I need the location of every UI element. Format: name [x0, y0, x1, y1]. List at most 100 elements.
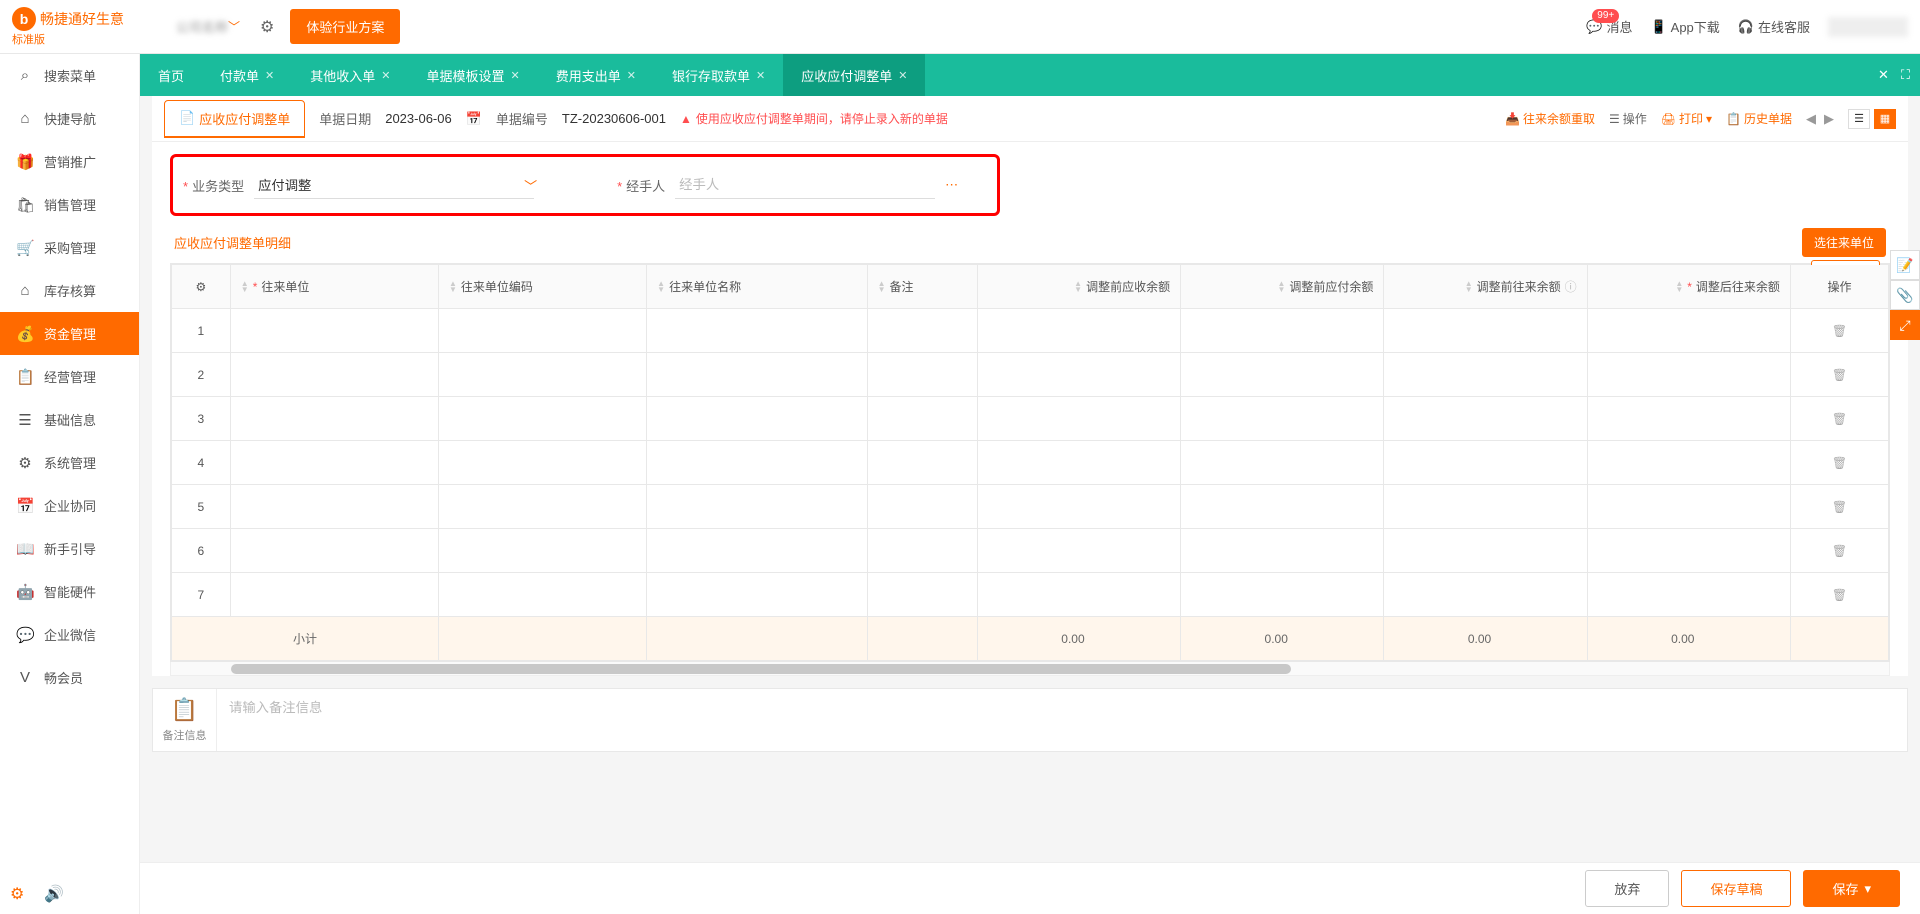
- tab-5[interactable]: 银行存取款单✕: [654, 54, 783, 96]
- next-icon[interactable]: ▶: [1824, 111, 1834, 127]
- sidebar-item-13[interactable]: 💬企业微信: [0, 613, 139, 656]
- sidebar-item-3[interactable]: 🛍销售管理: [0, 183, 139, 226]
- save-draft-button[interactable]: 保存草稿: [1681, 870, 1791, 907]
- history-button[interactable]: 📋 历史单据: [1726, 110, 1792, 127]
- table-row[interactable]: 3🗑: [172, 397, 1889, 441]
- view-list-button[interactable]: ☰: [1848, 109, 1870, 129]
- sidebar-item-14[interactable]: V畅会员: [0, 656, 139, 699]
- document-type-tab[interactable]: 📄 应收应付调整单: [164, 100, 305, 138]
- view-card-button[interactable]: ▦: [1874, 109, 1896, 129]
- tab-0[interactable]: 首页: [140, 54, 202, 96]
- print-button[interactable]: 🖨 打印 ▾: [1661, 110, 1712, 127]
- user-info[interactable]: [1828, 17, 1908, 37]
- logo-text: 畅捷通好生意: [40, 9, 124, 29]
- sidebar-label: 基础信息: [44, 410, 96, 429]
- unit-column-header[interactable]: ▲▼*往来单位: [230, 265, 438, 309]
- sidebar-item-11[interactable]: 📖新手引导: [0, 527, 139, 570]
- sidebar-item-5[interactable]: ⌂库存核算: [0, 269, 139, 312]
- sidebar-item-7[interactable]: 📋经营管理: [0, 355, 139, 398]
- app-download-button[interactable]: 📱 App下载: [1650, 17, 1719, 36]
- sidebar-icon: ⚙: [16, 454, 34, 472]
- table-row[interactable]: 5🗑: [172, 485, 1889, 529]
- tab-1[interactable]: 付款单✕: [202, 54, 292, 96]
- row-number: 2: [172, 353, 231, 397]
- sidebar-item-2[interactable]: 🎁营销推广: [0, 140, 139, 183]
- delete-icon[interactable]: 🗑: [1832, 412, 1847, 426]
- float-expand-icon[interactable]: ⤢: [1890, 310, 1920, 340]
- float-note-icon[interactable]: 📝: [1890, 250, 1920, 280]
- tab-2[interactable]: 其他收入单✕: [292, 54, 408, 96]
- tab-4[interactable]: 费用支出单✕: [538, 54, 654, 96]
- delete-icon[interactable]: 🗑: [1832, 368, 1847, 382]
- gear-icon[interactable]: ⚙: [260, 17, 274, 37]
- code-column-header[interactable]: ▲▼往来单位编码: [438, 265, 646, 309]
- tab-close-icon[interactable]: ✕: [756, 69, 765, 82]
- table-row[interactable]: 2🗑: [172, 353, 1889, 397]
- delete-icon[interactable]: 🗑: [1832, 588, 1847, 602]
- delete-icon[interactable]: 🗑: [1832, 456, 1847, 470]
- handler-input[interactable]: [675, 171, 935, 199]
- horizontal-scrollbar[interactable]: [170, 662, 1890, 676]
- tab-close-all-icon[interactable]: ✕: [1878, 67, 1889, 83]
- sidebar-icon: 📖: [16, 540, 34, 558]
- chevron-down-icon[interactable]: ﹀: [228, 18, 240, 35]
- table-row[interactable]: 6🗑: [172, 529, 1889, 573]
- sidebar-item-8[interactable]: ☰基础信息: [0, 398, 139, 441]
- sidebar-item-10[interactable]: 📅企业协同: [0, 484, 139, 527]
- before-balance-column-header[interactable]: ▲▼调整前往来余额 ⓘ: [1384, 265, 1587, 309]
- operate-button[interactable]: ☰ 操作: [1609, 110, 1647, 127]
- sidebar-icon: ⌂: [16, 110, 34, 127]
- reset-balance-button[interactable]: 📥 往来余额重取: [1505, 110, 1595, 127]
- discard-button[interactable]: 放弃: [1585, 870, 1669, 907]
- select-unit-button[interactable]: 选往来单位: [1802, 228, 1886, 257]
- tab-close-icon[interactable]: ✕: [511, 69, 520, 82]
- remark-icon: 📋: [171, 697, 198, 723]
- sidebar-settings-icon[interactable]: ⚙: [10, 884, 24, 904]
- sidebar-item-6[interactable]: 💰资金管理: [0, 312, 139, 355]
- more-icon[interactable]: ⋯: [945, 177, 958, 193]
- delete-icon[interactable]: 🗑: [1832, 324, 1847, 338]
- remark-input[interactable]: [217, 689, 1907, 751]
- date-value[interactable]: 2023-06-06: [385, 111, 452, 126]
- float-attach-icon[interactable]: 📎: [1890, 280, 1920, 310]
- after-balance-column-header[interactable]: ▲▼*调整后往来余额: [1587, 265, 1790, 309]
- sidebar-label: 营销推广: [44, 152, 96, 171]
- main-area: 首页付款单✕其他收入单✕单据模板设置✕费用支出单✕银行存取款单✕应收应付调整单✕…: [140, 54, 1920, 914]
- business-type-input[interactable]: [254, 171, 534, 199]
- tab-close-icon[interactable]: ✕: [627, 69, 636, 82]
- remark-column-header[interactable]: ▲▼备注: [867, 265, 977, 309]
- table-row[interactable]: 7🗑: [172, 573, 1889, 617]
- tab-close-icon[interactable]: ✕: [381, 69, 390, 82]
- subtotal-ap: 0.00: [1181, 617, 1384, 661]
- sidebar-sound-icon[interactable]: 🔊: [44, 884, 64, 904]
- sidebar-item-9[interactable]: ⚙系统管理: [0, 441, 139, 484]
- tab-close-icon[interactable]: ✕: [898, 69, 907, 82]
- before-ar-column-header[interactable]: ▲▼调整前应收余额: [977, 265, 1180, 309]
- document-icon: 📄: [179, 110, 195, 126]
- tab-6[interactable]: 应收应付调整单✕: [783, 54, 925, 96]
- before-ap-column-header[interactable]: ▲▼调整前应付余额: [1181, 265, 1384, 309]
- sidebar-item-4[interactable]: 🛒采购管理: [0, 226, 139, 269]
- delete-icon[interactable]: 🗑: [1832, 500, 1847, 514]
- save-button[interactable]: 保存▾: [1803, 870, 1900, 907]
- tab-close-icon[interactable]: ✕: [265, 69, 274, 82]
- prev-icon[interactable]: ◀: [1806, 111, 1816, 127]
- table-row[interactable]: 4🗑: [172, 441, 1889, 485]
- online-service-button[interactable]: 🎧 在线客服: [1738, 17, 1810, 36]
- sidebar-item-0[interactable]: ⌕搜索菜单: [0, 54, 139, 97]
- chevron-down-icon[interactable]: ﹀: [524, 176, 537, 195]
- warning-icon: ▲: [680, 112, 692, 126]
- gear-column-header[interactable]: ⚙: [172, 265, 231, 309]
- company-selector[interactable]: 公司名称: [176, 17, 228, 36]
- sidebar-item-1[interactable]: ⌂快捷导航: [0, 97, 139, 140]
- calendar-icon[interactable]: 📅: [466, 111, 482, 127]
- delete-icon[interactable]: 🗑: [1832, 544, 1847, 558]
- sidebar-label: 企业协同: [44, 496, 96, 515]
- message-button[interactable]: 💬 99+ 消息: [1586, 17, 1632, 36]
- experience-button[interactable]: 体验行业方案: [290, 9, 400, 44]
- tab-3[interactable]: 单据模板设置✕: [408, 54, 537, 96]
- table-row[interactable]: 1🗑: [172, 309, 1889, 353]
- tab-expand-icon[interactable]: ⛶: [1901, 67, 1910, 83]
- sidebar-item-12[interactable]: 🤖智能硬件: [0, 570, 139, 613]
- name-column-header[interactable]: ▲▼往来单位名称: [647, 265, 867, 309]
